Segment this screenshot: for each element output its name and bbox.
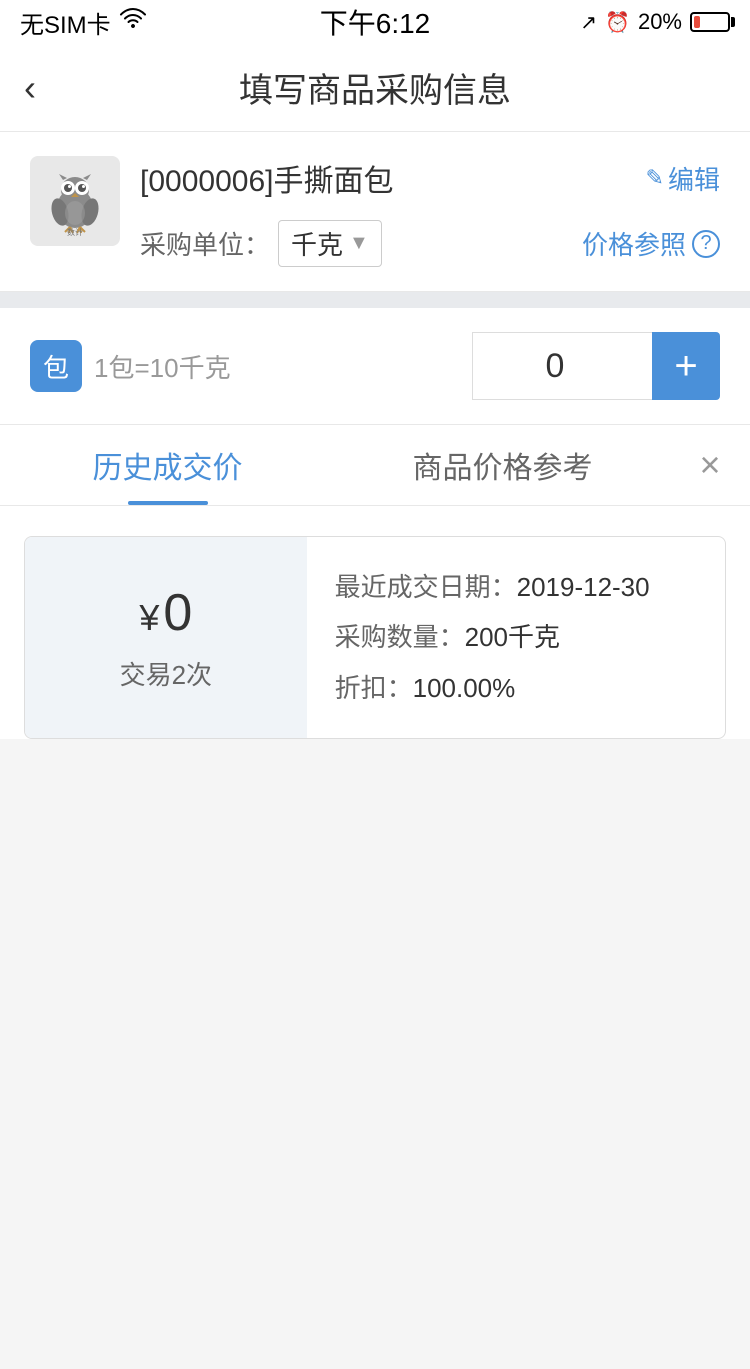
unit-select-dropdown[interactable]: 千克 ▼ [278,220,382,267]
currency-symbol: ¥ [139,597,159,638]
price-reference-button[interactable]: 价格参照 ? [582,225,720,262]
product-thumbnail: 数计 [30,156,120,246]
unit-description: 1包=10千克 [94,348,231,385]
unit-row: 采购单位： 千克 ▼ [140,220,382,267]
tabs-close-button[interactable]: × [670,425,750,505]
recent-date-value: 2019-12-30 [517,572,650,602]
section-divider [0,292,750,308]
svg-text:数计: 数计 [67,227,83,236]
carrier-text: 无SIM卡 [20,5,111,40]
recent-date-row: 最近成交日期：2019-12-30 [335,569,697,605]
tabs-section: 历史成交价 商品价格参考 × ¥0 交易2次 最近成交日期：2019-12-30… [0,425,750,739]
product-card: 数计 [0000006]手撕面包 ✎ 编辑 采购单位： 千克 ▼ [0,132,750,292]
dropdown-arrow-icon: ▼ [349,232,369,255]
unit-label: 采购单位： [140,225,270,262]
price-card: ¥0 交易2次 最近成交日期：2019-12-30 采购数量：200千克 折扣：… [24,536,726,739]
trade-count: 交易2次 [120,655,212,692]
status-right: ↗ ⏰ 20% [580,9,730,35]
qty-label: 采购数量： [335,622,465,652]
tab-history-price[interactable]: 历史成交价 [0,425,335,505]
qty-row-detail: 采购数量：200千克 [335,619,697,655]
price-ref-label: 价格参照 [582,225,686,262]
bottom-area [0,769,750,1369]
edit-icon: ✎ [646,165,664,191]
tab-product-price-ref[interactable]: 商品价格参考 [335,425,670,505]
alarm-icon: ⏰ [605,10,630,35]
quantity-row: 包 1包=10千克 + [0,308,750,425]
status-bar: 无SIM卡 下午6:12 ↗ ⏰ 20% [0,0,750,44]
location-icon: ↗ [580,10,597,35]
recent-date-label: 最近成交日期： [335,572,517,602]
back-button[interactable]: ‹ [24,67,36,109]
question-icon: ? [692,230,720,258]
battery-icon [690,12,730,32]
product-info: [0000006]手撕面包 ✎ 编辑 采购单位： 千克 ▼ 价格参照 ? [140,156,720,267]
qty-value: 200千克 [465,622,560,652]
price-details: 最近成交日期：2019-12-30 采购数量：200千克 折扣：100.00% [307,537,725,738]
discount-value: 100.00% [413,673,516,703]
nav-bar: ‹ 填写商品采购信息 [0,44,750,132]
quantity-input-group: + [472,332,720,400]
discount-label: 折扣： [335,673,413,703]
unit-box: 包 [30,340,82,392]
tabs-header: 历史成交价 商品价格参考 × [0,425,750,506]
page-title: 填写商品采购信息 [239,63,511,112]
close-icon: × [699,444,720,486]
price-amount: ¥0 [139,583,192,643]
product-image: 数计 [40,166,110,236]
discount-row: 折扣：100.00% [335,670,697,706]
unit-value: 千克 [291,225,343,262]
quantity-input[interactable] [472,332,652,400]
status-left: 无SIM卡 [20,5,147,40]
quantity-plus-button[interactable]: + [652,332,720,400]
status-time: 下午6:12 [320,2,431,42]
edit-button[interactable]: ✎ 编辑 [646,160,720,197]
battery-percent: 20% [638,9,682,35]
price-summary: ¥0 交易2次 [25,537,307,738]
product-name: [0000006]手撕面包 [140,156,393,200]
wifi-icon [119,8,147,37]
